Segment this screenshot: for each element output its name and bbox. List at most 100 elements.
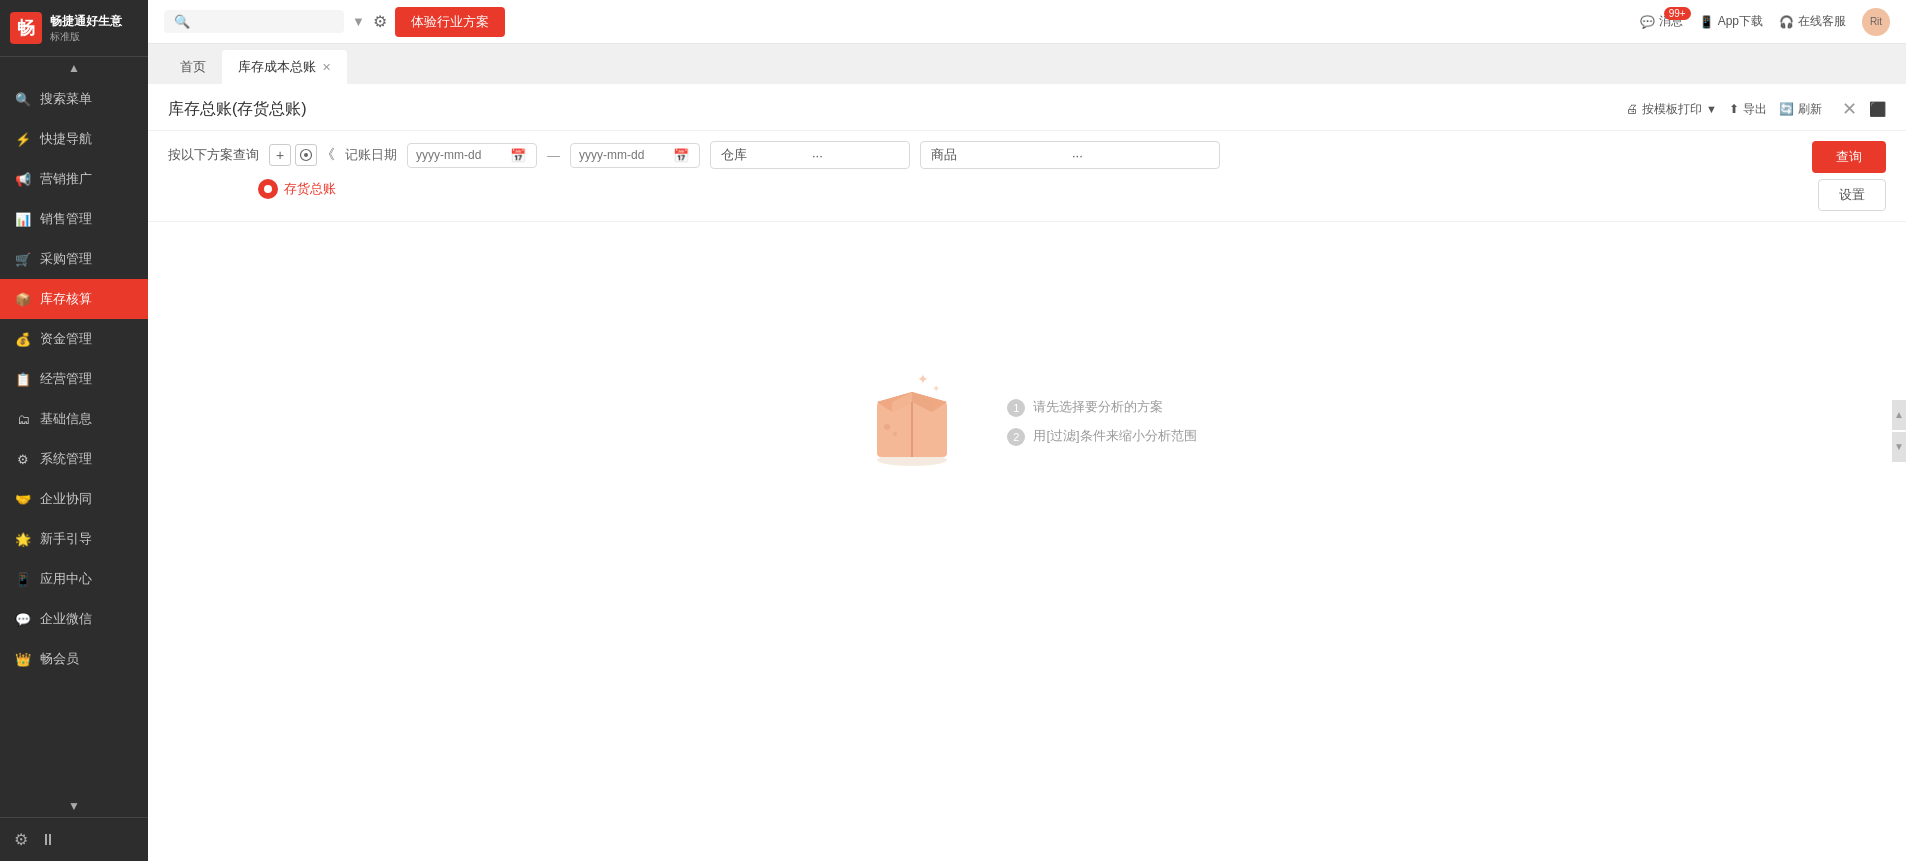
footer-settings-icon[interactable]: ⚙	[14, 830, 28, 849]
export-icon: ⬆	[1729, 102, 1739, 116]
right-scroll-down[interactable]: ▼	[1892, 432, 1906, 462]
online-service-icon: 🎧	[1779, 15, 1794, 29]
right-button-panel: 查询 设置	[1812, 141, 1886, 211]
query-button[interactable]: 查询	[1812, 141, 1886, 173]
filter-area: 按以下方案查询 + 《 记账日期	[148, 131, 1906, 222]
goods-more-icon[interactable]: ···	[1072, 148, 1209, 163]
sidebar-scroll-up[interactable]: ▲	[0, 57, 148, 79]
empty-tip-1: 1 请先选择要分析的方案	[1007, 398, 1196, 417]
panel-close-button[interactable]: ✕	[1842, 98, 1857, 120]
topbar-search-input[interactable]	[194, 14, 314, 29]
topbar-search-area[interactable]: 🔍	[164, 10, 344, 33]
basic-icon: 🗂	[14, 410, 32, 428]
filter-add-button[interactable]: +	[269, 144, 291, 166]
app-center-icon: 📱	[14, 570, 32, 588]
date-start-input[interactable]: 📅	[407, 143, 537, 168]
sidebar-item-sales[interactable]: 📊 销售管理	[0, 199, 148, 239]
sidebar-item-app-center[interactable]: 📱 应用中心	[0, 559, 148, 599]
scheme-settings-icon	[299, 148, 313, 162]
filter-label: 按以下方案查询	[168, 146, 259, 164]
sidebar-item-basic[interactable]: 🗂 基础信息	[0, 399, 148, 439]
app-download-button[interactable]: 📱 App下载	[1699, 13, 1763, 30]
scheme-item[interactable]: 存货总账	[258, 179, 336, 199]
sidebar-item-operation[interactable]: 📋 经营管理	[0, 359, 148, 399]
logo-icon: 畅	[10, 12, 42, 44]
right-scroll-up[interactable]: ▲	[1892, 400, 1906, 430]
operation-icon: 📋	[14, 370, 32, 388]
trial-button[interactable]: 体验行业方案	[395, 7, 505, 37]
message-icon: 💬	[1640, 15, 1655, 29]
sidebar-item-wechat[interactable]: 💬 企业微信	[0, 599, 148, 639]
search-icon: 🔍	[14, 90, 32, 108]
filter-collapse-icon[interactable]: 《	[321, 146, 335, 164]
right-scroll-indicator: ▲ ▼	[1892, 400, 1906, 462]
tab-close-icon[interactable]: ✕	[322, 61, 331, 74]
refresh-button[interactable]: 🔄 刷新	[1779, 101, 1822, 118]
date-end-field[interactable]	[579, 148, 669, 162]
filter-top-row: 按以下方案查询 + 《 记账日期	[168, 141, 1812, 169]
quick-nav-icon: ⚡	[14, 130, 32, 148]
print-dropdown-icon[interactable]: ▼	[1706, 103, 1717, 115]
finance-icon: 💰	[14, 330, 32, 348]
warehouse-select[interactable]: 仓库 ···	[710, 141, 910, 169]
member-icon: 👑	[14, 650, 32, 668]
sidebar-item-search[interactable]: 🔍 搜索菜单	[0, 79, 148, 119]
topbar-dropdown-icon[interactable]: ▼	[352, 14, 365, 29]
empty-box-svg: ✦ ✦	[857, 362, 967, 472]
refresh-icon: 🔄	[1779, 102, 1794, 116]
settings-button[interactable]: 设置	[1818, 179, 1886, 211]
empty-state: ✦ ✦ 1 请先选择要分析的方案 2 用[过滤]条件来缩小分析范围	[148, 222, 1906, 622]
online-service-button[interactable]: 🎧 在线客服	[1779, 13, 1846, 30]
app-logo: 畅 畅捷通好生意 标准版	[0, 0, 148, 57]
tabs-bar: 首页 库存成本总账 ✕	[148, 44, 1906, 84]
sidebar-item-enterprise[interactable]: 🤝 企业协同	[0, 479, 148, 519]
goods-select[interactable]: 商品 ···	[920, 141, 1220, 169]
purchase-icon: 🛒	[14, 250, 32, 268]
sidebar-item-system[interactable]: ⚙ 系统管理	[0, 439, 148, 479]
page-header: 库存总账(存货总账) 🖨 按模板打印 ▼ ⬆ 导出 🔄 刷新 ✕ ⬛	[148, 84, 1906, 131]
scheme-active-icon	[258, 179, 278, 199]
svg-point-6	[893, 432, 897, 436]
sidebar-scroll-down[interactable]: ▼	[0, 795, 148, 817]
calendar-start-icon[interactable]: 📅	[510, 148, 526, 163]
filter-left-panel: 按以下方案查询 + 《 记账日期	[168, 141, 1812, 199]
enterprise-icon: 🤝	[14, 490, 32, 508]
warehouse-more-icon[interactable]: ···	[812, 148, 899, 163]
sidebar-item-newbie[interactable]: 🌟 新手引导	[0, 519, 148, 559]
page-content: 库存总账(存货总账) 🖨 按模板打印 ▼ ⬆ 导出 🔄 刷新 ✕ ⬛	[148, 84, 1906, 861]
sales-icon: 📊	[14, 210, 32, 228]
page-header-actions: 🖨 按模板打印 ▼ ⬆ 导出 🔄 刷新 ✕ ⬛	[1626, 98, 1886, 120]
export-button[interactable]: ⬆ 导出	[1729, 101, 1767, 118]
sidebar-item-marketing[interactable]: 📢 营销推广	[0, 159, 148, 199]
topbar-settings-icon[interactable]: ⚙	[373, 12, 387, 31]
logo-text: 畅捷通好生意 标准版	[50, 13, 122, 44]
calendar-end-icon[interactable]: 📅	[673, 148, 689, 163]
filter-scheme-button[interactable]	[295, 144, 317, 166]
filter-action-buttons: + 《	[269, 144, 335, 166]
page-title: 库存总账(存货总账)	[168, 99, 307, 120]
footer-audio-icon[interactable]: ⏸	[40, 831, 56, 849]
sidebar: 畅 畅捷通好生意 标准版 ▲ 🔍 搜索菜单 ⚡ 快捷导航 📢 营销推广 📊 销售…	[0, 0, 148, 861]
tab-home[interactable]: 首页	[164, 50, 222, 84]
tip-number-2: 2	[1007, 428, 1025, 446]
sidebar-item-finance[interactable]: 💰 资金管理	[0, 319, 148, 359]
empty-illustration: ✦ ✦	[857, 362, 977, 482]
goods-label: 商品	[931, 146, 1068, 164]
sidebar-item-quick-nav[interactable]: ⚡ 快捷导航	[0, 119, 148, 159]
sidebar-item-purchase[interactable]: 🛒 采购管理	[0, 239, 148, 279]
user-avatar[interactable]: Rit	[1862, 8, 1890, 36]
print-button[interactable]: 🖨 按模板打印 ▼	[1626, 101, 1717, 118]
sidebar-menu: 🔍 搜索菜单 ⚡ 快捷导航 📢 营销推广 📊 销售管理 🛒 采购管理 📦 库存核…	[0, 79, 148, 795]
date-end-input[interactable]: 📅	[570, 143, 700, 168]
topbar-left: 🔍 ▼ ⚙ 体验行业方案	[164, 7, 1630, 37]
tab-inventory-ledger[interactable]: 库存成本总账 ✕	[222, 50, 347, 84]
sidebar-item-member[interactable]: 👑 畅会员	[0, 639, 148, 679]
scheme-label: 存货总账	[284, 180, 336, 198]
date-start-field[interactable]	[416, 148, 506, 162]
panel-expand-icon[interactable]: ⬛	[1869, 101, 1886, 117]
message-button[interactable]: 💬 消息 99+	[1640, 13, 1683, 30]
empty-tips: 1 请先选择要分析的方案 2 用[过滤]条件来缩小分析范围	[1007, 398, 1196, 446]
app-download-icon: 📱	[1699, 15, 1714, 29]
sidebar-footer: ⚙ ⏸	[0, 817, 148, 861]
sidebar-item-inventory[interactable]: 📦 库存核算	[0, 279, 148, 319]
